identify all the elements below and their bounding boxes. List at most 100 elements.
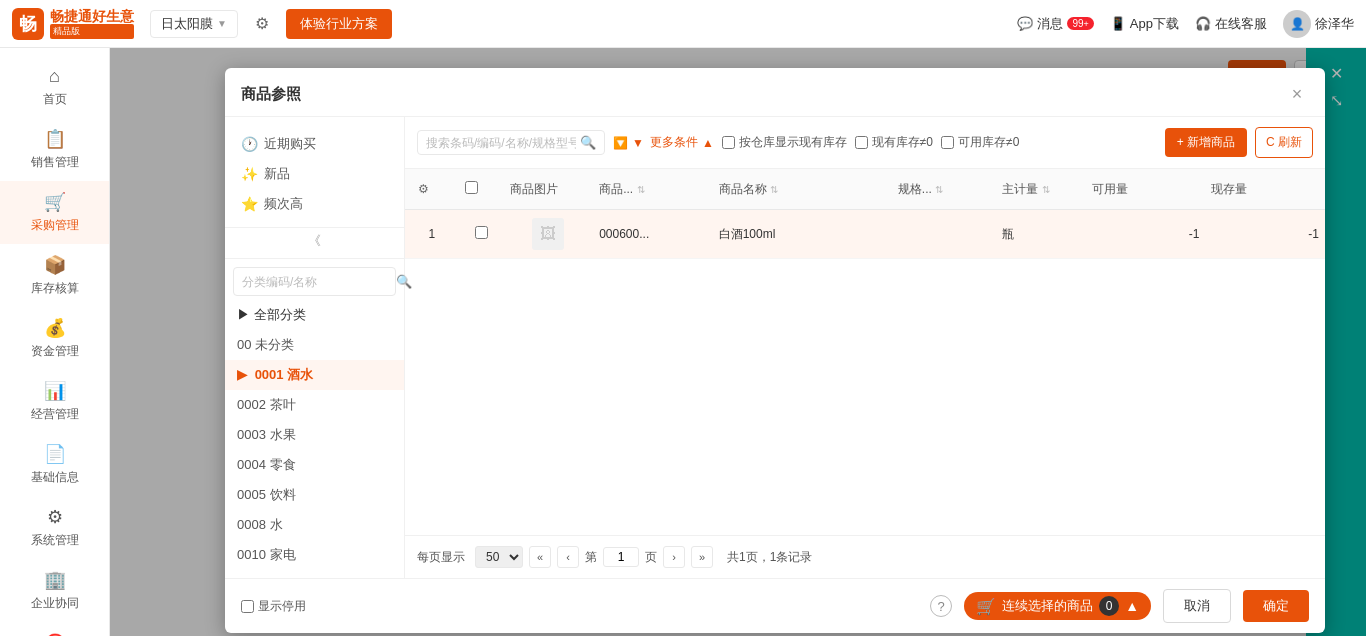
col-header-unit[interactable]: 主计量 ⇅ [996, 169, 1086, 210]
avail-stock-checkbox[interactable] [941, 136, 954, 149]
experience-button[interactable]: 体验行业方案 [286, 9, 392, 39]
product-search-input[interactable] [426, 136, 576, 150]
cell-image: 🖼 [504, 210, 594, 259]
product-image: 🖼 [532, 218, 564, 250]
show-disabled-checkbox[interactable] [241, 600, 254, 613]
sidebar-item-inventory[interactable]: 📦 库存核算 [0, 244, 109, 307]
add-product-button[interactable]: + 新增商品 [1165, 128, 1247, 157]
col-header-check[interactable] [459, 169, 504, 210]
modal-title: 商品参照 [241, 85, 301, 104]
sidebar-item-system[interactable]: ⚙ 系统管理 [0, 496, 109, 559]
category-item-0001[interactable]: ▶ 0001 酒水 [225, 360, 404, 390]
online-service-nav[interactable]: 🎧 在线客服 [1195, 15, 1267, 33]
confirm-button[interactable]: 确定 [1243, 590, 1309, 622]
sidebar-label-system: 系统管理 [31, 532, 79, 549]
modal-header: 商品参照 × [225, 68, 1325, 117]
refresh-button[interactable]: C 刷新 [1255, 127, 1313, 158]
store-name: 日太阳膜 [161, 15, 213, 33]
category-list: ▶ 全部分类 00 未分类 ▶ 0001 酒水 0002 茶叶 [225, 300, 404, 570]
sort-spec-icon[interactable]: ⇅ [935, 184, 943, 195]
selector-arrow-icon: ▼ [217, 18, 227, 29]
table-header: ⚙ 商品图片 [405, 169, 1325, 210]
messages-nav[interactable]: 💬 消息 99+ [1017, 15, 1093, 33]
category-00-label: 00 未分类 [237, 337, 294, 352]
avail-stock-checkbox-label[interactable]: 可用库存≠0 [941, 134, 1019, 151]
sidebar-item-sales[interactable]: 📋 销售管理 [0, 118, 109, 181]
row-checkbox[interactable] [475, 226, 488, 239]
sort-code-icon[interactable]: ⇅ [637, 184, 645, 195]
cancel-button[interactable]: 取消 [1163, 589, 1231, 623]
finance-icon: 💰 [44, 317, 66, 339]
modal-right-panel: 🔍 🔽 ▼ 更多条件 ▲ 按仓库显示现有库存 [405, 117, 1325, 578]
sidebar-item-enterprise[interactable]: 🏢 企业协同 [0, 559, 109, 622]
category-item-0010[interactable]: 0010 家电 [225, 540, 404, 570]
per-page-select[interactable]: 50 [475, 546, 523, 568]
last-page-button[interactable]: » [691, 546, 713, 568]
col-header-settings[interactable]: ⚙ [405, 169, 459, 210]
cell-avail: -1 [1086, 210, 1205, 259]
category-search-input[interactable] [242, 275, 392, 289]
has-stock-checkbox[interactable] [855, 136, 868, 149]
category-item-0005[interactable]: 0005 饮料 [225, 480, 404, 510]
show-disabled-label[interactable]: 显示停用 [241, 598, 306, 615]
sidebar-item-basic[interactable]: 📄 基础信息 [0, 433, 109, 496]
first-page-button[interactable]: « [529, 546, 551, 568]
sort-name-icon[interactable]: ⇅ [770, 184, 778, 195]
prev-page-button[interactable]: ‹ [557, 546, 579, 568]
table-header-row: ⚙ 商品图片 [405, 169, 1325, 210]
product-search-box[interactable]: 🔍 [417, 130, 605, 155]
category-item-0004[interactable]: 0004 零食 [225, 450, 404, 480]
main-layout: ⌂ 首页 📋 销售管理 🛒 采购管理 📦 库存核算 💰 资金管理 📊 经营管理 … [0, 48, 1366, 636]
cell-stock: -1 [1205, 210, 1325, 259]
sales-icon: 📋 [44, 128, 66, 150]
quick-item-frequent[interactable]: ⭐ 频次高 [233, 189, 396, 219]
sort-unit-icon[interactable]: ⇅ [1042, 184, 1050, 195]
has-stock-checkbox-label[interactable]: 现有库存≠0 [855, 134, 933, 151]
category-0004-label: 0004 零食 [237, 457, 296, 472]
help-icon[interactable]: ? [930, 595, 952, 617]
select-all-checkbox[interactable] [465, 181, 478, 194]
category-item-0008[interactable]: 0008 水 [225, 510, 404, 540]
sidebar-item-guide[interactable]: 🎯 新手引导 [0, 622, 109, 636]
category-item-00[interactable]: 00 未分类 [225, 330, 404, 360]
sidebar-item-finance[interactable]: 💰 资金管理 [0, 307, 109, 370]
show-stock-checkbox[interactable] [722, 136, 735, 149]
cart-area[interactable]: 🛒 连续选择的商品 0 ▲ [964, 592, 1151, 620]
category-0003-label: 0003 水果 [237, 427, 296, 442]
settings-icon[interactable]: ⚙ [246, 8, 278, 40]
store-selector[interactable]: 日太阳膜 ▼ [150, 10, 238, 38]
show-stock-checkbox-label[interactable]: 按仓库显示现有库存 [722, 134, 847, 151]
show-stock-label: 按仓库显示现有库存 [739, 134, 847, 151]
category-item-0002[interactable]: 0002 茶叶 [225, 390, 404, 420]
collapse-button[interactable]: 《 [225, 227, 404, 254]
user-nav[interactable]: 👤 徐泽华 [1283, 10, 1354, 38]
sidebar-item-home[interactable]: ⌂ 首页 [0, 56, 109, 118]
sidebar-item-operation[interactable]: 📊 经营管理 [0, 370, 109, 433]
table-row[interactable]: 1 🖼 [405, 210, 1325, 259]
table-settings-icon[interactable]: ⚙ [411, 177, 435, 201]
app-download-nav[interactable]: 📱 App下载 [1110, 15, 1179, 33]
category-item-all[interactable]: ▶ 全部分类 [225, 300, 404, 330]
modal-footer: 显示停用 ? 🛒 连续选择的商品 0 ▲ 取消 确定 [225, 578, 1325, 633]
col-header-code[interactable]: 商品... ⇅ [593, 169, 712, 210]
sidebar-label-finance: 资金管理 [31, 343, 79, 360]
headphone-icon: 🎧 [1195, 16, 1211, 31]
messages-label: 消息 [1037, 15, 1063, 33]
col-header-name[interactable]: 商品名称 ⇅ [713, 169, 892, 210]
cart-collapse-icon[interactable]: ▲ [1125, 598, 1139, 614]
product-reference-modal: 商品参照 × 🕐 近期购买 ✨ [225, 68, 1325, 633]
cell-check[interactable] [459, 210, 504, 259]
current-page-input[interactable] [603, 547, 639, 567]
filter-button[interactable]: 🔽 ▼ 更多条件 ▲ [613, 134, 714, 151]
category-search-box[interactable]: 🔍 [233, 267, 396, 296]
col-header-spec[interactable]: 规格... ⇅ [892, 169, 997, 210]
product-table-wrapper: ⚙ 商品图片 [405, 169, 1325, 535]
quick-item-new[interactable]: ✨ 新品 [233, 159, 396, 189]
sidebar-item-purchase[interactable]: 🛒 采购管理 [0, 181, 109, 244]
category-all-label: ▶ 全部分类 [237, 307, 306, 322]
quick-item-recent[interactable]: 🕐 近期购买 [233, 129, 396, 159]
modal-close-button[interactable]: × [1285, 82, 1309, 106]
next-page-button[interactable]: › [663, 546, 685, 568]
col-header-avail: 可用量 [1086, 169, 1205, 210]
category-item-0003[interactable]: 0003 水果 [225, 420, 404, 450]
